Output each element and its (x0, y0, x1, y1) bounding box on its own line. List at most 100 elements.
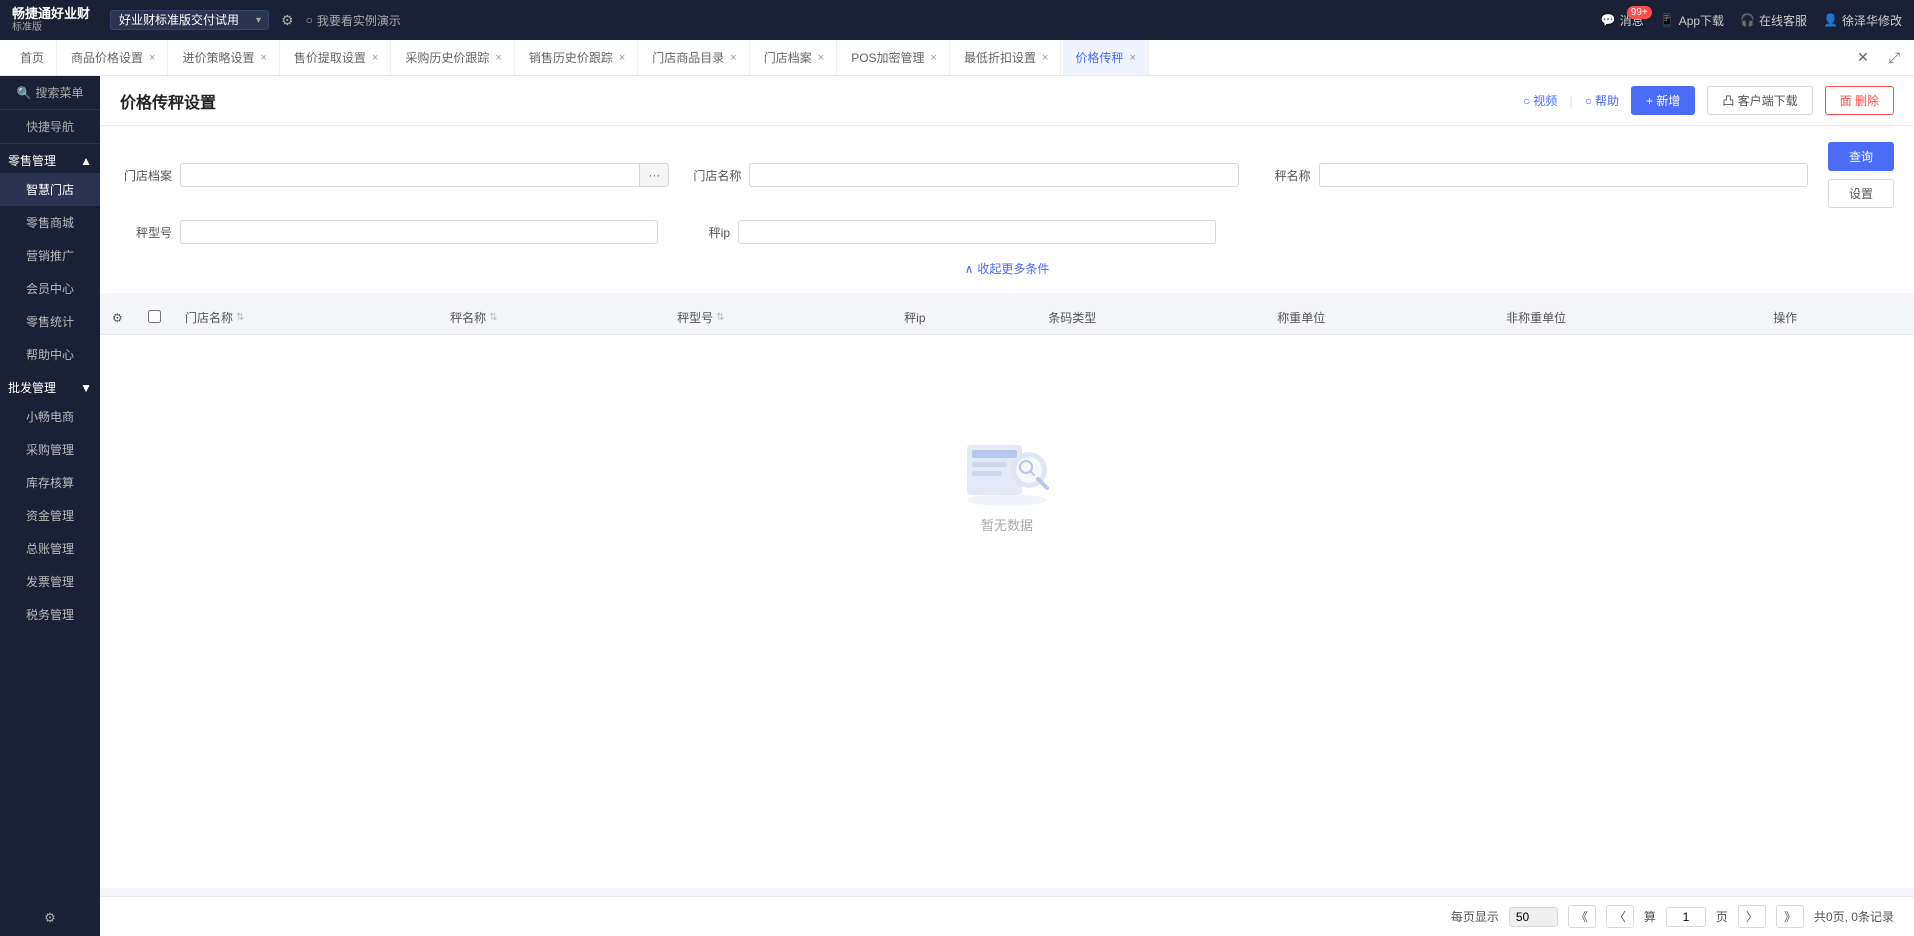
sidebar-search-label: 搜索菜单 (35, 84, 83, 101)
add-button[interactable]: + 新增 (1631, 86, 1695, 115)
headset-icon: 🎧 (1740, 13, 1755, 27)
tab-min-discount[interactable]: 最低折扣设置 × (952, 40, 1061, 75)
total-label: 共0页, 0条记录 (1814, 908, 1894, 925)
demo-link[interactable]: ○ 我要看实例演示 (306, 12, 401, 29)
filter-store-archive-btn[interactable]: ··· (640, 163, 669, 187)
th-store-name: 门店名称 ⇅ (173, 301, 438, 335)
user-menu[interactable]: 👤 徐泽华修改 (1823, 12, 1902, 29)
tab-sell-price[interactable]: 售价提取设置 × (282, 40, 391, 75)
filter-row-1: 门店档案 ··· 门店名称 秤名称 查询 设置 (120, 142, 1894, 208)
page-number-input[interactable] (1666, 907, 1706, 927)
tab-pos-manage-label: POS加密管理 (851, 49, 924, 66)
tab-fullscreen-button[interactable]: ⤢ (1883, 47, 1906, 68)
header-actions: ○ 视频 | ○ 帮助 + 新增 凸 客户端下载 面 删除 (1523, 86, 1894, 115)
tab-home[interactable]: 首页 (8, 40, 57, 75)
collapse-bar[interactable]: ∧ 收起更多条件 (120, 256, 1894, 285)
version-settings-button[interactable]: ⚙ (277, 10, 298, 31)
th-gear[interactable]: ⚙ (100, 301, 136, 335)
app-download-button[interactable]: 📱 App下载 (1660, 12, 1724, 29)
tab-store-catalog-close[interactable]: × (730, 52, 736, 64)
sidebar-wholesale-header[interactable]: 批发管理 ▼ (0, 371, 100, 400)
first-page-button[interactable]: 《 (1568, 905, 1596, 928)
tab-sale-history[interactable]: 销售历史价跟踪 × (517, 40, 638, 75)
select-all-checkbox[interactable] (148, 310, 161, 323)
version-select[interactable]: 好业财标准版交付试用 (110, 10, 269, 30)
settings-button[interactable]: 设置 (1828, 179, 1894, 208)
tab-pos-manage[interactable]: POS加密管理 × (839, 40, 950, 75)
prev-page-button[interactable]: 〈 (1606, 905, 1634, 928)
empty-text: 暂无数据 (981, 515, 1033, 534)
sidebar-settings-icon[interactable]: ⚙ (0, 900, 100, 936)
sidebar-item-purchase-mgr[interactable]: 采购管理 (0, 433, 100, 466)
empty-illustration (947, 415, 1067, 515)
message-button[interactable]: 💬 消息 99+ (1601, 12, 1644, 29)
filter-scale-model-label: 秤型号 (120, 224, 172, 241)
video-link[interactable]: ○ 视频 (1523, 92, 1557, 109)
query-button[interactable]: 查询 (1828, 142, 1894, 171)
filter-scale-name-input[interactable] (1319, 163, 1808, 187)
sidebar-item-tax[interactable]: 税务管理 (0, 598, 100, 631)
sidebar-search[interactable]: 🔍 搜索菜单 (0, 76, 100, 110)
sidebar-item-inventory[interactable]: 库存核算 (0, 466, 100, 499)
tab-store-archive[interactable]: 门店档案 × (752, 40, 837, 75)
filter-store-name: 门店名称 (689, 163, 1238, 187)
tab-price-settings[interactable]: 商品价格设置 × (59, 40, 168, 75)
tab-purchase-strategy-label: 进价策略设置 (182, 49, 254, 66)
tab-store-catalog-label: 门店商品目录 (652, 49, 724, 66)
online-service-button[interactable]: 🎧 在线客服 (1740, 12, 1807, 29)
sidebar-item-invoice[interactable]: 发票管理 (0, 565, 100, 598)
sidebar-quick-nav[interactable]: 快捷导航 (0, 110, 100, 144)
sidebar-item-help-center[interactable]: 帮助中心 (0, 338, 100, 371)
tab-price-scale-close[interactable]: × (1129, 52, 1135, 64)
filter-store-archive-input[interactable] (180, 163, 640, 187)
delete-button[interactable]: 面 删除 (1825, 86, 1894, 115)
tab-store-archive-close[interactable]: × (818, 52, 824, 64)
tab-bar: 首页 商品价格设置 × 进价策略设置 × 售价提取设置 × 采购历史价跟踪 × … (0, 40, 1914, 76)
download-button[interactable]: 凸 客户端下载 (1707, 86, 1812, 115)
tab-price-scale[interactable]: 价格传秤 × (1063, 40, 1148, 75)
table-header-row: ⚙ 门店名称 ⇅ 秤名称 (100, 301, 1914, 335)
gear-icon: ⚙ (112, 311, 123, 325)
sidebar-quick-nav-label: 快捷导航 (26, 120, 74, 134)
sidebar-retail-header[interactable]: 零售管理 ▲ (0, 144, 100, 173)
tab-close-all-button[interactable]: ✕ (1851, 47, 1875, 68)
sidebar-item-retail-stats[interactable]: 零售统计 (0, 305, 100, 338)
sidebar-item-smart-store[interactable]: 智慧门店 (0, 173, 100, 206)
tab-min-discount-close[interactable]: × (1042, 52, 1048, 64)
filter-scale-ip-input[interactable] (738, 220, 1216, 244)
tab-store-catalog[interactable]: 门店商品目录 × (640, 40, 749, 75)
help-link[interactable]: ○ 帮助 (1585, 92, 1619, 109)
tab-sell-price-close[interactable]: × (372, 52, 378, 64)
sidebar-item-invoice-label: 发票管理 (26, 573, 74, 590)
tab-sale-history-close[interactable]: × (619, 52, 625, 64)
sidebar-item-tax-label: 税务管理 (26, 606, 74, 623)
per-page-select[interactable]: 50 10 20 100 (1509, 907, 1558, 927)
tab-purchase-history[interactable]: 采购历史价跟踪 × (393, 40, 514, 75)
sidebar-item-retail-mall[interactable]: 零售商城 (0, 206, 100, 239)
filter-scale-ip: 秤ip (678, 220, 1216, 244)
th-scale-model: 秤型号 ⇅ (665, 301, 892, 335)
filter-store-name-input[interactable] (749, 163, 1238, 187)
filter-scale-model: 秤型号 (120, 220, 658, 244)
tab-sell-price-label: 售价提取设置 (294, 49, 366, 66)
filter-scale-model-input[interactable] (180, 220, 658, 244)
demo-icon: ○ (306, 13, 313, 27)
tab-purchase-history-close[interactable]: × (495, 52, 501, 64)
tab-pos-manage-close[interactable]: × (931, 52, 937, 64)
tab-price-settings-close[interactable]: × (149, 52, 155, 64)
sidebar-item-finance[interactable]: 资金管理 (0, 499, 100, 532)
collapse-label: 收起更多条件 (977, 260, 1049, 277)
version-select-wrap[interactable]: 好业财标准版交付试用 (110, 10, 269, 30)
tab-purchase-strategy-close[interactable]: × (260, 52, 266, 64)
sidebar-item-purchase-mgr-label: 采购管理 (26, 441, 74, 458)
next-page-button[interactable]: 〉 (1738, 905, 1766, 928)
sidebar-item-member-center[interactable]: 会员中心 (0, 272, 100, 305)
last-page-button[interactable]: 》 (1776, 905, 1804, 928)
sidebar-item-general-ledger[interactable]: 总账管理 (0, 532, 100, 565)
tab-purchase-strategy[interactable]: 进价策略设置 × (170, 40, 279, 75)
page-title: 价格传秤设置 (120, 89, 216, 113)
sidebar-item-marketing[interactable]: 营销推广 (0, 239, 100, 272)
sidebar-item-xiaochangec[interactable]: 小畅电商 (0, 400, 100, 433)
sort-store-name-icon: ⇅ (236, 312, 244, 323)
pagination-bar: 每页显示 50 10 20 100 《 〈 算 页 〉 》 共0页, 0条记录 (100, 896, 1914, 936)
